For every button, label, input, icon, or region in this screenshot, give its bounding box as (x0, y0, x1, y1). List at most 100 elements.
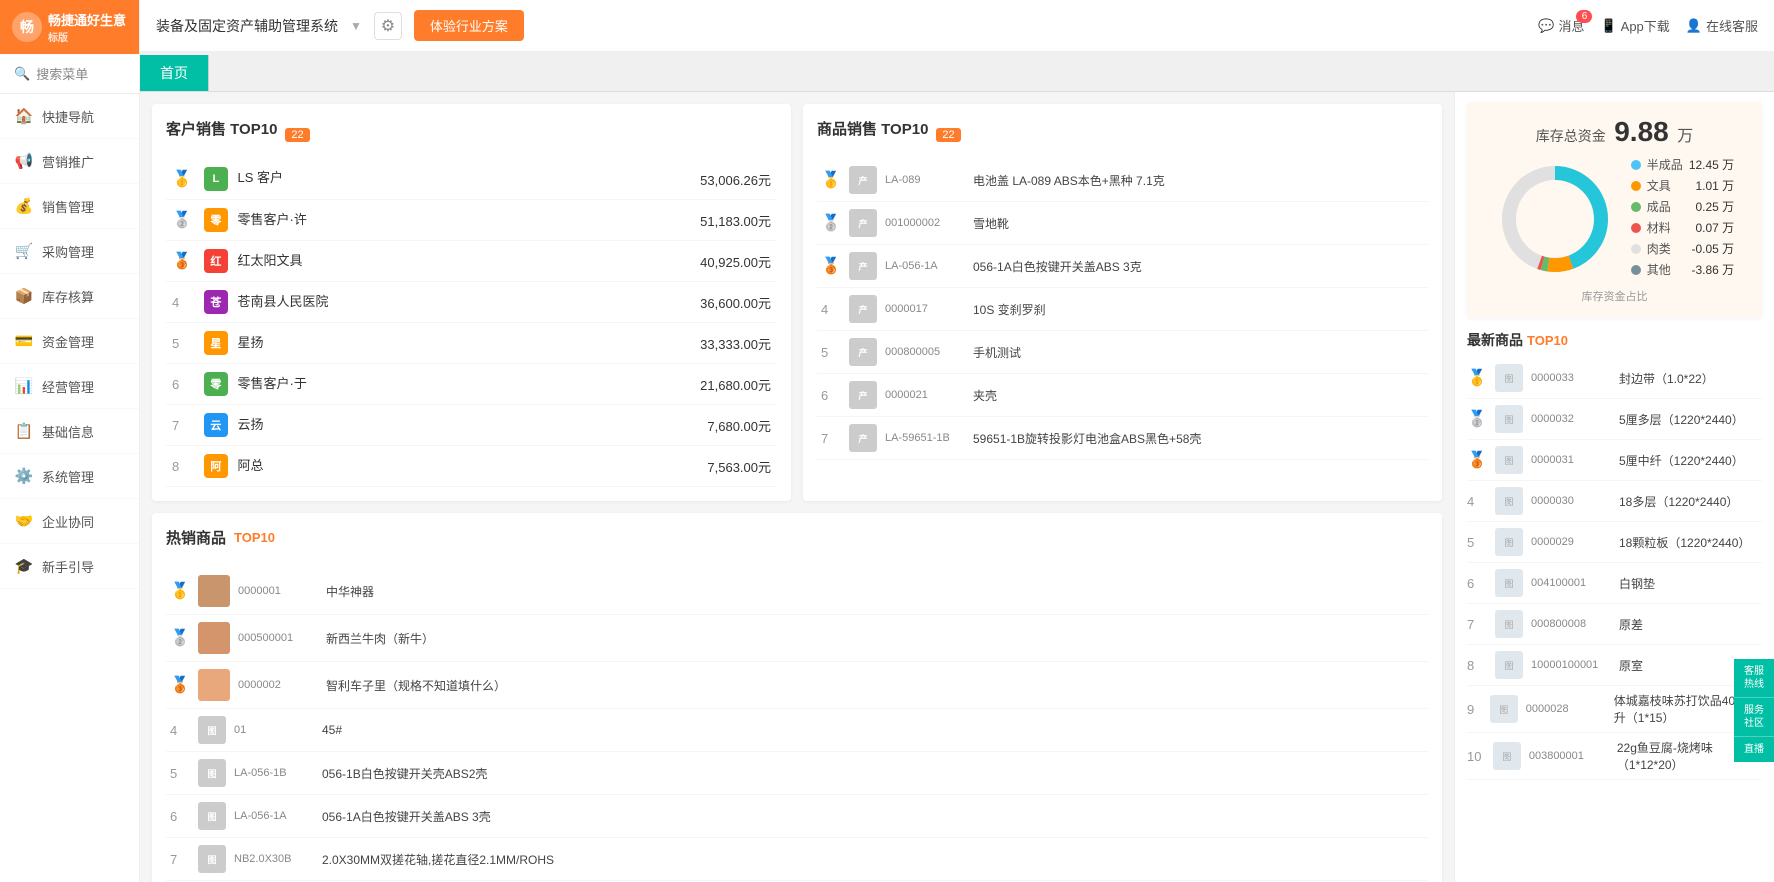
community-btn[interactable]: 服务社区 (1734, 698, 1774, 737)
product-thumb: 产 (849, 381, 877, 409)
brand-icon: 畅 (12, 12, 42, 42)
hot-product-item: 🥉 0000002 智利车子里（规格不知道填什么） (166, 662, 1428, 709)
legend-color (1631, 265, 1641, 275)
inventory-icon: 📦 (14, 286, 34, 306)
sidebar-item-label: 经营管理 (42, 377, 94, 396)
product-rank: 7 (821, 431, 841, 446)
new-products-top10: TOP10 (1527, 333, 1568, 348)
new-product-rank: 8 (1467, 658, 1487, 673)
customer-ranking-card: 客户销售 TOP10 22 🥇 L LS 客户 53,006.26元 🥈 零 零… (152, 104, 791, 501)
product-thumb: 产 (849, 252, 877, 280)
legend-value: 0.25 万 (1695, 198, 1734, 215)
legend-item: 肉类 -0.05 万 (1631, 240, 1734, 257)
product-ranking-item: 4 产 0000017 10S 变刹罗刹 (817, 288, 1428, 331)
hot-products-list: 🥇 0000001 中华神器 🥈 000500001 新西兰牛肉（新牛） 🥉 0… (166, 568, 1428, 882)
product-thumb: 产 (849, 338, 877, 366)
customer-service-btn[interactable]: 客服热线 (1734, 659, 1774, 698)
guide-icon: 🎓 (14, 556, 34, 576)
notifications-button[interactable]: 💬 消息 6 (1538, 16, 1584, 35)
hot-product-item: 5 图 LA-056-1B 056-1B白色按键开关壳ABS2壳 (166, 752, 1428, 795)
service-icon: 👤 (1686, 18, 1702, 34)
finance-icon: 💳 (14, 331, 34, 351)
product-placeholder-thumb: 图 (198, 759, 226, 787)
live-btn[interactable]: 直播 (1734, 737, 1774, 762)
new-product-thumb: 图 (1495, 446, 1523, 474)
left-content: 客户销售 TOP10 22 🥇 L LS 客户 53,006.26元 🥈 零 零… (140, 92, 1454, 882)
product-rank: 5 (821, 345, 841, 360)
hot-product-rank: 🥈 (170, 628, 190, 648)
hot-product-code: 0000001 (238, 585, 318, 597)
hot-product-code: LA-056-1A (234, 810, 314, 822)
new-product-rank: 6 (1467, 576, 1487, 591)
new-product-code: 004100001 (1531, 577, 1611, 589)
product-rank: 🥉 (821, 256, 841, 276)
sidebar-item-guide[interactable]: 🎓 新手引导 (0, 544, 139, 589)
rank-medal: 🥉 (166, 241, 198, 282)
app-download-button[interactable]: 📱 App下载 (1600, 16, 1669, 35)
new-products-list: 🥇 图 0000033 封边带（1.0*22） 🥈 图 0000032 5厘多层… (1467, 358, 1762, 780)
product-thumb: 产 (849, 166, 877, 194)
legend-color (1631, 223, 1641, 233)
sidebar-item-inventory[interactable]: 📦 库存核算 (0, 274, 139, 319)
product-image-thumb (198, 575, 230, 607)
new-product-code: 003800001 (1529, 750, 1609, 762)
hot-product-code: 0000002 (238, 679, 318, 691)
product-rank: 🥈 (821, 213, 841, 233)
new-product-rank: 10 (1467, 749, 1485, 764)
new-product-item: 5 图 0000029 18颗粒板（1220*2440） (1467, 522, 1762, 563)
sidebar-item-quick-nav[interactable]: 🏠 快捷导航 (0, 94, 139, 139)
settings-button[interactable]: ⚙ (374, 12, 402, 40)
legend-value: 12.45 万 (1689, 156, 1734, 173)
new-product-thumb: 图 (1495, 610, 1523, 638)
search-menu[interactable]: 🔍 搜索菜单 (0, 54, 139, 94)
sidebar-item-purchase[interactable]: 🛒 采购管理 (0, 229, 139, 274)
sidebar-item-sales[interactable]: 💰 销售管理 (0, 184, 139, 229)
product-name: 电池盖 LA-089 ABS本色+黑种 7.1克 (973, 172, 1165, 189)
sidebar-item-label: 营销推广 (42, 152, 94, 171)
product-placeholder-thumb: 图 (198, 802, 226, 830)
new-product-code: 0000028 (1526, 703, 1606, 715)
legend-value: 1.01 万 (1695, 177, 1734, 194)
top-rankings: 客户销售 TOP10 22 🥇 L LS 客户 53,006.26元 🥈 零 零… (152, 104, 1442, 501)
product-name: 夹壳 (973, 387, 997, 404)
sidebar-item-system[interactable]: ⚙️ 系统管理 (0, 454, 139, 499)
customer-row: 7 云 云扬 7,680.00元 (166, 405, 777, 446)
legend-color (1631, 244, 1641, 254)
product-ranking-header: 商品销售 TOP10 22 (817, 118, 1428, 151)
notifications-badge: 6 (1576, 10, 1592, 23)
legend-color (1631, 181, 1641, 191)
rank-medal: 7 (166, 405, 198, 446)
tab-home[interactable]: 首页 (140, 55, 209, 91)
product-code: 0000021 (885, 389, 965, 401)
trial-button[interactable]: 体验行业方案 (414, 10, 524, 41)
new-product-item: 9 图 0000028 体城嘉枝味苏打饮品400毫升（1*15） (1467, 686, 1762, 733)
hot-product-rank: 6 (170, 809, 190, 824)
product-placeholder-thumb: 图 (198, 716, 226, 744)
new-products-section: 最新商品 TOP10 🥇 图 0000033 封边带（1.0*22） 🥈 图 0… (1467, 330, 1762, 780)
new-product-rank: 4 (1467, 494, 1487, 509)
sidebar-item-operations[interactable]: 📊 经营管理 (0, 364, 139, 409)
legend-color (1631, 160, 1641, 170)
customer-amount: 51,183.00元 (558, 200, 777, 241)
product-thumb: 产 (849, 209, 877, 237)
inventory-footer: 库存资金占比 (1481, 288, 1748, 304)
product-ranking-item: 🥇 产 LA-089 电池盖 LA-089 ABS本色+黑种 7.1克 (817, 159, 1428, 202)
sidebar-item-marketing[interactable]: 📢 营销推广 (0, 139, 139, 184)
new-product-item: 4 图 0000030 18多层（1220*2440） (1467, 481, 1762, 522)
product-code: LA-59651-1B (885, 432, 965, 444)
product-image-thumb (198, 669, 230, 701)
new-product-thumb: 图 (1495, 569, 1523, 597)
product-code: 0000017 (885, 303, 965, 315)
new-product-item: 7 图 000800008 原差 (1467, 604, 1762, 645)
online-service-button[interactable]: 👤 在线客服 (1686, 16, 1758, 35)
new-product-code: 0000031 (1531, 454, 1611, 466)
sidebar-item-enterprise[interactable]: 🤝 企业协同 (0, 499, 139, 544)
legend-item: 文具 1.01 万 (1631, 177, 1734, 194)
new-product-thumb: 图 (1495, 487, 1523, 515)
brand-title: 畅捷通好生意 (48, 10, 126, 29)
legend-item: 成品 0.25 万 (1631, 198, 1734, 215)
sidebar-item-basics[interactable]: 📋 基础信息 (0, 409, 139, 454)
product-code: 000800005 (885, 346, 965, 358)
customer-row: 6 零 零售客户·于 21,680.00元 (166, 364, 777, 405)
sidebar-item-finance[interactable]: 💳 资金管理 (0, 319, 139, 364)
